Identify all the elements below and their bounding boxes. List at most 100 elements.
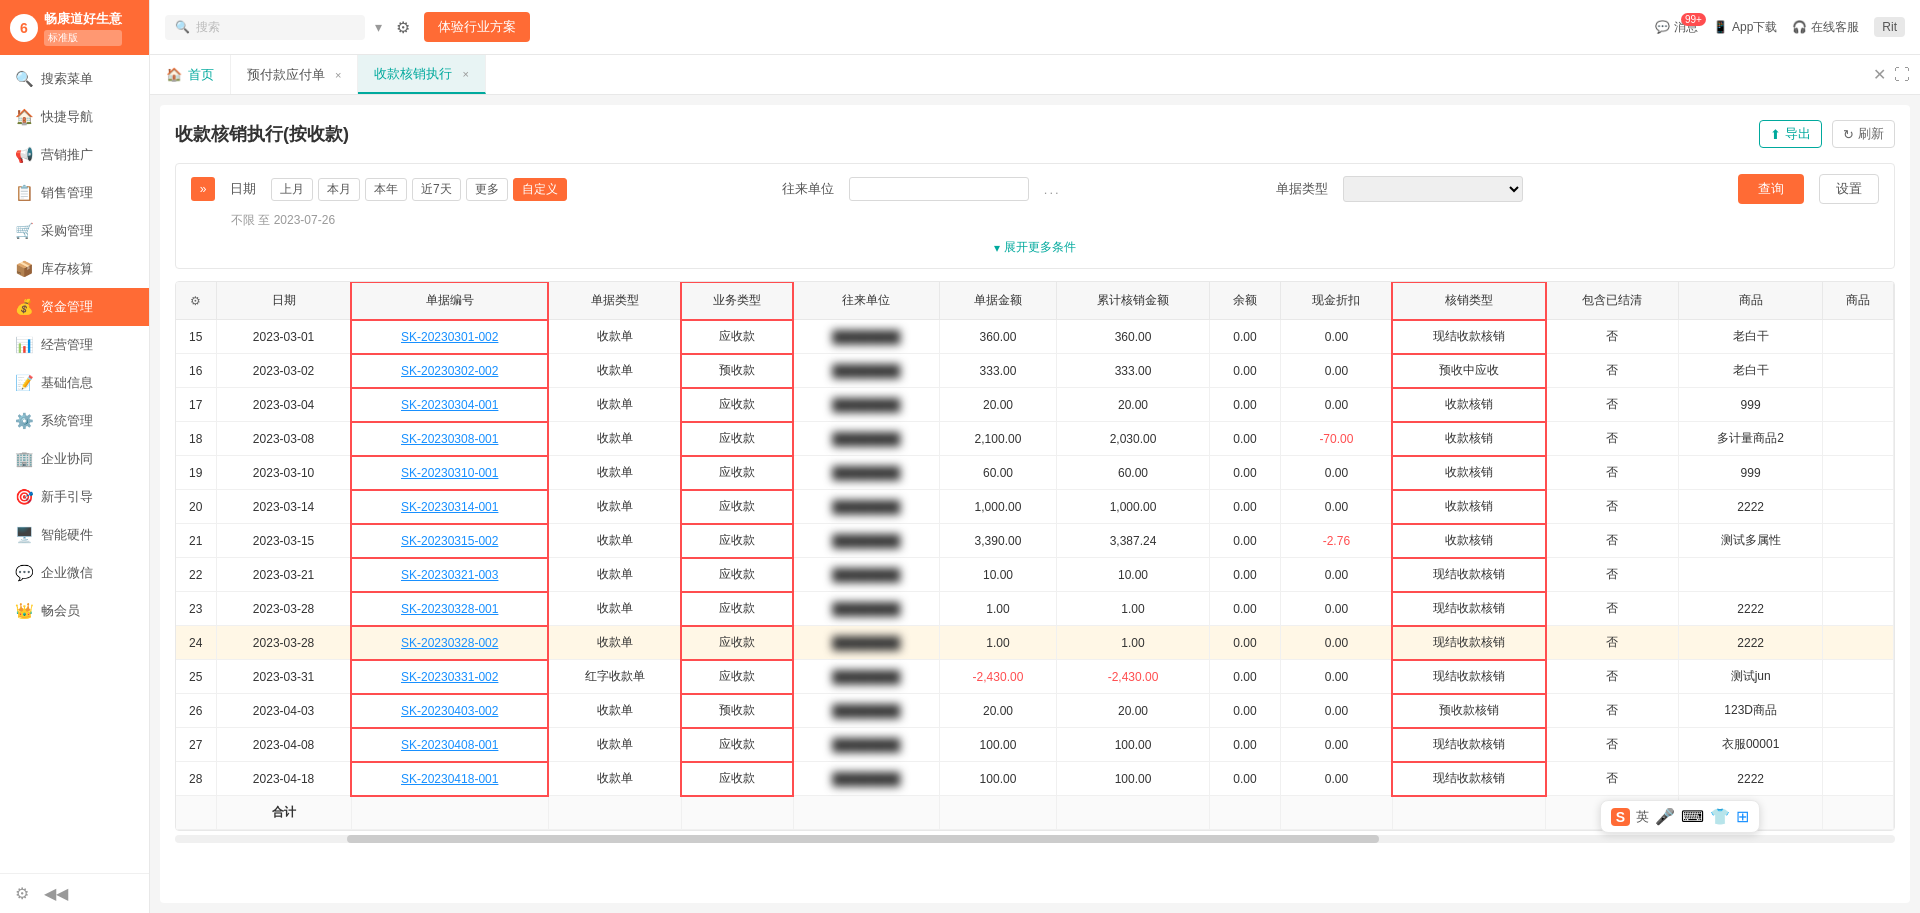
td-no: 18 (176, 422, 216, 456)
filter-expand-button[interactable]: » (191, 177, 215, 201)
query-button[interactable]: 查询 (1738, 174, 1804, 204)
tab-prepay-close[interactable]: × (335, 69, 341, 81)
topbar-search[interactable]: 🔍 搜索 (165, 15, 365, 40)
sidebar-item-wechat[interactable]: 💬 企业微信 (0, 554, 149, 592)
td-date: 2023-03-28 (216, 626, 351, 660)
td-total-writeoff: 60.00 (1056, 456, 1209, 490)
solution-button[interactable]: 体验行业方案 (424, 12, 530, 42)
td-incl-settled: 否 (1546, 762, 1679, 796)
maximize-icon[interactable]: ⛶ (1894, 66, 1910, 84)
td-doc-no[interactable]: SK-20230408-001 (351, 728, 548, 762)
table-settings-button[interactable]: 设置 (1819, 174, 1879, 204)
th-settings[interactable]: ⚙ (176, 282, 216, 320)
filter-this-month[interactable]: 本月 (318, 178, 360, 201)
td-cash-discount: 0.00 (1280, 320, 1392, 354)
sidebar-item-marketing[interactable]: 📢 营销推广 (0, 136, 149, 174)
close-all-tabs-icon[interactable]: ✕ (1873, 65, 1886, 84)
overlay-shirt-icon: 👕 (1710, 807, 1730, 826)
tab-receipt-label: 收款核销执行 (374, 65, 452, 83)
td-doc-no[interactable]: SK-20230304-001 (351, 388, 548, 422)
sidebar-item-corp[interactable]: 🏢 企业协同 (0, 440, 149, 478)
topbar-message[interactable]: 💬 消息 99+ (1655, 19, 1698, 36)
tab-home[interactable]: 🏠 首页 (150, 55, 231, 94)
td-doc-type: 收款单 (548, 558, 681, 592)
topbar-gear-icon[interactable]: ⚙ (392, 14, 414, 41)
td-goods2 (1823, 456, 1894, 490)
sidebar-item-quicknav[interactable]: 🏠 快捷导航 (0, 98, 149, 136)
sidebar-item-system[interactable]: ⚙️ 系统管理 (0, 402, 149, 440)
sidebar-item-purchase[interactable]: 🛒 采购管理 (0, 212, 149, 250)
td-writeoff-type: 现结收款核销 (1392, 320, 1545, 354)
message-icon: 💬 (1655, 20, 1670, 34)
column-settings-icon[interactable]: ⚙ (190, 294, 201, 308)
td-doc-no[interactable]: SK-20230308-001 (351, 422, 548, 456)
td-total-writeoff: 2,030.00 (1056, 422, 1209, 456)
td-no: 20 (176, 490, 216, 524)
sidebar-item-operations-label: 经营管理 (41, 336, 93, 354)
td-doc-no[interactable]: SK-20230315-002 (351, 524, 548, 558)
td-doc-no[interactable]: SK-20230301-002 (351, 320, 548, 354)
td-doc-type: 收款单 (548, 728, 681, 762)
topbar-app-download[interactable]: 📱 App下载 (1713, 19, 1777, 36)
table-row: 182023-03-08SK-20230308-001收款单应收款███████… (176, 422, 1894, 456)
td-doc-no[interactable]: SK-20230302-002 (351, 354, 548, 388)
tab-prepay[interactable]: 预付款应付单 × (231, 55, 358, 94)
td-doc-no[interactable]: SK-20230331-002 (351, 660, 548, 694)
filter-this-year[interactable]: 本年 (365, 178, 407, 201)
td-doc-no[interactable]: SK-20230314-001 (351, 490, 548, 524)
partner-filter-input[interactable] (849, 177, 1029, 201)
sidebar-item-purchase-label: 采购管理 (41, 222, 93, 240)
td-biz-type: 应收款 (681, 422, 793, 456)
th-doc-no: 单据编号 (351, 282, 548, 320)
sidebar-item-operations[interactable]: 📊 经营管理 (0, 326, 149, 364)
td-doc-type: 收款单 (548, 762, 681, 796)
filter-custom-date[interactable]: 自定义 (513, 178, 567, 201)
td-doc-no[interactable]: SK-20230328-001 (351, 592, 548, 626)
sidebar-item-hardware[interactable]: 🖥️ 智能硬件 (0, 516, 149, 554)
td-writeoff-type: 现结收款核销 (1392, 762, 1545, 796)
td-doc-no[interactable]: SK-20230310-001 (351, 456, 548, 490)
td-doc-no[interactable]: SK-20230321-003 (351, 558, 548, 592)
sidebar-item-guide[interactable]: 🎯 新手引导 (0, 478, 149, 516)
sidebar-item-hardware-label: 智能硬件 (41, 526, 93, 544)
tab-receipt-close[interactable]: × (462, 68, 468, 80)
sidebar-item-guide-label: 新手引导 (41, 488, 93, 506)
td-goods2 (1823, 524, 1894, 558)
doc-type-filter-select[interactable] (1343, 176, 1523, 202)
collapse-icon[interactable]: ◀◀ (44, 884, 68, 903)
sidebar-item-member[interactable]: 👑 畅会员 (0, 592, 149, 630)
sidebar-item-inventory[interactable]: 📦 库存核算 (0, 250, 149, 288)
export-button[interactable]: ⬆ 导出 (1759, 120, 1822, 148)
filter-more-dates[interactable]: 更多 (466, 178, 508, 201)
tab-receipt[interactable]: 收款核销执行 × (358, 55, 485, 94)
topbar-user[interactable]: Rit (1874, 17, 1905, 37)
td-date: 2023-04-18 (216, 762, 351, 796)
filter-date-range: 不限 至 2023-07-26 (231, 212, 1879, 229)
td-balance: 0.00 (1210, 456, 1281, 490)
filter-last-month[interactable]: 上月 (271, 178, 313, 201)
marketing-icon: 📢 (15, 146, 33, 164)
topbar-service[interactable]: 🎧 在线客服 (1792, 19, 1859, 36)
td-doc-no[interactable]: SK-20230328-002 (351, 626, 548, 660)
sidebar-item-sales[interactable]: 📋 销售管理 (0, 174, 149, 212)
td-balance: 0.00 (1210, 524, 1281, 558)
sidebar-item-basic[interactable]: 📝 基础信息 (0, 364, 149, 402)
td-doc-no[interactable]: SK-20230418-001 (351, 762, 548, 796)
settings-bottom-icon[interactable]: ⚙ (15, 884, 29, 903)
search-menu-icon: 🔍 (15, 70, 33, 88)
page-container: 收款核销执行(按收款) ⬆ 导出 ↻ 刷新 » 日期 (160, 105, 1910, 903)
expand-more-conditions[interactable]: ▾ 展开更多条件 (191, 237, 1879, 258)
sidebar-item-search[interactable]: 🔍 搜索菜单 (0, 60, 149, 98)
refresh-icon: ↻ (1843, 127, 1854, 142)
page-header: 收款核销执行(按收款) ⬆ 导出 ↻ 刷新 (175, 120, 1895, 148)
td-doc-no[interactable]: SK-20230403-002 (351, 694, 548, 728)
sidebar-item-wechat-label: 企业微信 (41, 564, 93, 582)
refresh-button[interactable]: ↻ 刷新 (1832, 120, 1895, 148)
topbar-right: 💬 消息 99+ 📱 App下载 🎧 在线客服 Rit (1655, 17, 1905, 37)
sidebar-item-finance[interactable]: 💰 资金管理 (0, 288, 149, 326)
filter-last-7-days[interactable]: 近7天 (412, 178, 461, 201)
td-incl-settled: 否 (1546, 354, 1679, 388)
table-scrollbar[interactable] (175, 835, 1895, 843)
td-total-writeoff: 360.00 (1056, 320, 1209, 354)
topbar-search-icon: 🔍 (175, 20, 190, 34)
